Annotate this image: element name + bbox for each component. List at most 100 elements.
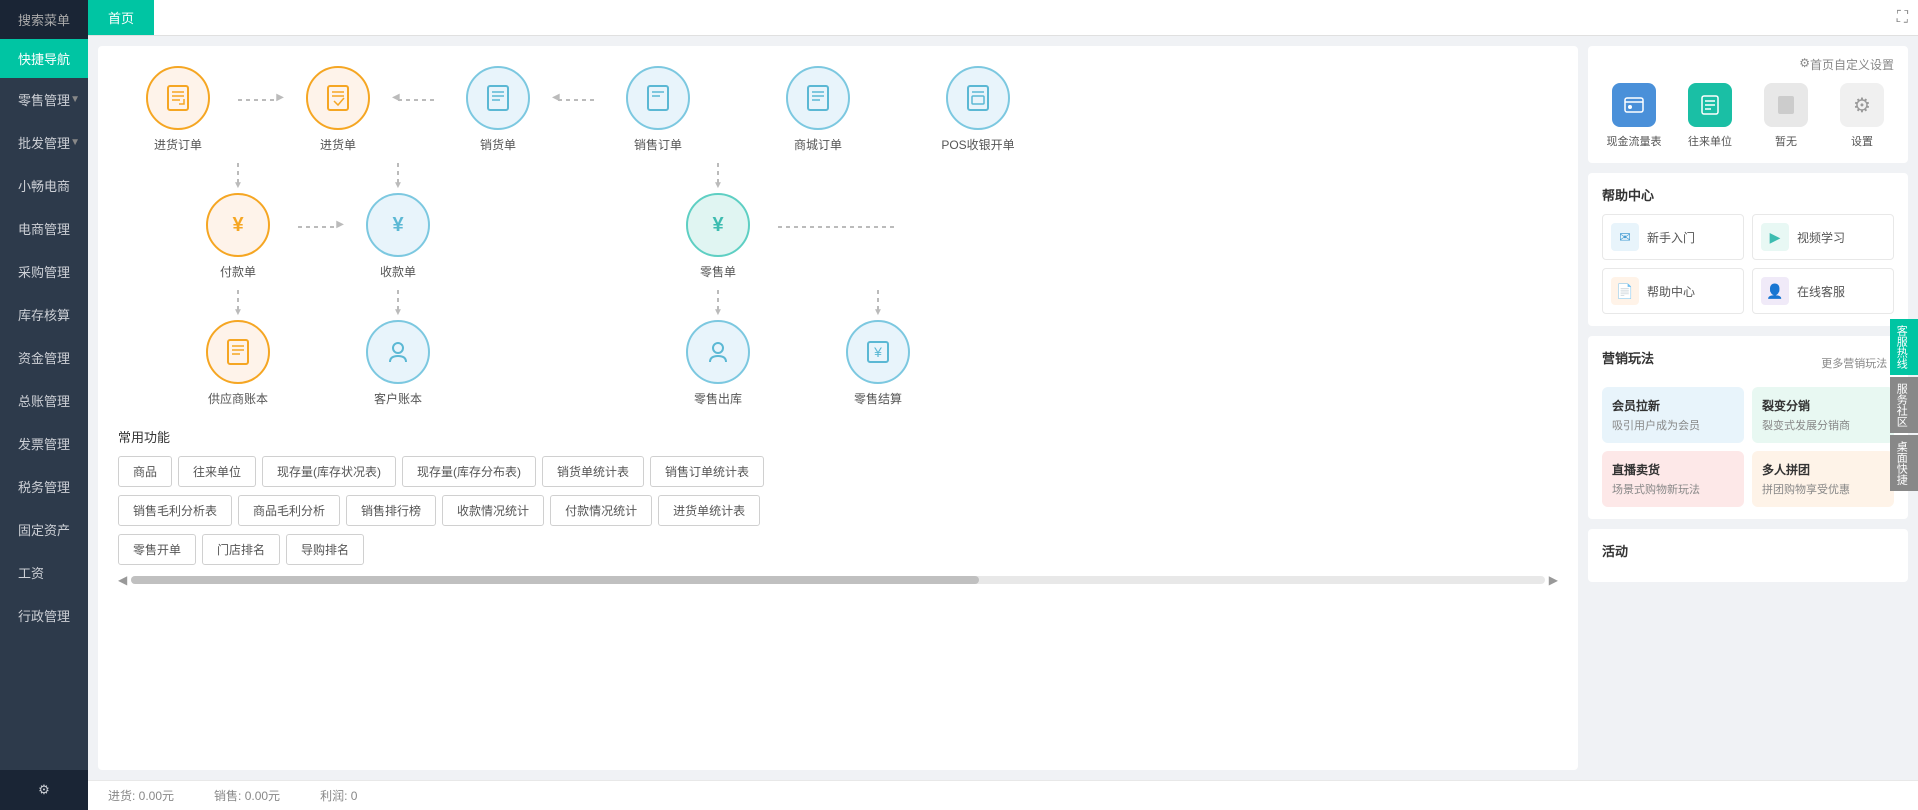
- func-btn-receipt-stat[interactable]: 收款情况统计: [442, 495, 544, 526]
- flow-row-arrows2: [118, 290, 1558, 310]
- mall-order-icon: [786, 66, 850, 130]
- quick-icon-none[interactable]: 暂无: [1756, 83, 1816, 149]
- func-btn-stock2[interactable]: 现存量(库存分布表): [402, 456, 536, 487]
- arrow-down: [717, 290, 719, 310]
- quick-icon-cashflow[interactable]: 现金流量表: [1604, 83, 1664, 149]
- help-item-help[interactable]: 📄 帮助中心: [1602, 268, 1744, 314]
- sidebar-item-invoice[interactable]: 发票管理: [0, 422, 88, 465]
- arrow-down: [877, 290, 879, 310]
- flow-node-sales[interactable]: 销货单: [438, 66, 558, 153]
- flow-node-mall-order[interactable]: 商城订单: [758, 66, 878, 153]
- flow-label: 销货单: [480, 136, 516, 153]
- flow-node-purchase-order[interactable]: 进货订单: [118, 66, 238, 153]
- arrow-down: [717, 163, 719, 183]
- help-text: 视频学习: [1797, 229, 1845, 246]
- customize-header[interactable]: ⚙ 首页自定义设置: [1602, 56, 1894, 73]
- svg-text:¥: ¥: [873, 344, 882, 360]
- help-item-video[interactable]: ▶ 视频学习: [1752, 214, 1894, 260]
- func-btn-profit2[interactable]: 商品毛利分析: [238, 495, 340, 526]
- func-btn-ranking[interactable]: 销售排行榜: [346, 495, 436, 526]
- quick-icon-settings[interactable]: ⚙ 设置: [1832, 83, 1892, 149]
- sidebar-item-inventory[interactable]: 库存核算: [0, 293, 88, 336]
- func-btn-sales-order-stat[interactable]: 销售订单统计表: [650, 456, 764, 487]
- func-btn-guide-rank[interactable]: 导购排名: [286, 534, 364, 565]
- float-btn-community[interactable]: 服务社区: [1890, 377, 1918, 433]
- func-btn-payment-stat[interactable]: 付款情况统计: [550, 495, 652, 526]
- func-btn-profit1[interactable]: 销售毛利分析表: [118, 495, 232, 526]
- flow-node-retail[interactable]: ¥ 零售单: [658, 193, 778, 280]
- help-item-service[interactable]: 👤 在线客服: [1752, 268, 1894, 314]
- flow-node-payment[interactable]: ¥ 付款单: [178, 193, 298, 280]
- flow-node-purchase[interactable]: 进货单: [278, 66, 398, 153]
- quick-icons-section: ⚙ 首页自定义设置 现金流量表 往来单位: [1588, 46, 1908, 163]
- scroll-track[interactable]: [131, 576, 1545, 584]
- mi-title: 裂变分销: [1762, 397, 1884, 414]
- flow-node-retail-out[interactable]: 零售出库: [658, 320, 778, 407]
- func-grid-row2: 销售毛利分析表 商品毛利分析 销售排行榜 收款情况统计 付款情况统计 进货单统计…: [118, 495, 1558, 526]
- units-icon: [1688, 83, 1732, 127]
- sidebar-item-ledger[interactable]: 总账管理: [0, 379, 88, 422]
- chevron-icon: ▼: [70, 137, 80, 148]
- help-text: 帮助中心: [1647, 283, 1695, 300]
- sidebar-search[interactable]: 搜索菜单: [0, 0, 88, 39]
- marketing-item-group[interactable]: 多人拼团 拼团购物享受优惠: [1752, 451, 1894, 507]
- settings-button[interactable]: ⚙: [0, 770, 88, 810]
- chevron-icon: ▼: [70, 94, 80, 105]
- sidebar-item-purchase[interactable]: 采购管理: [0, 250, 88, 293]
- help-title: 帮助中心: [1602, 185, 1894, 204]
- sidebar-item-assets[interactable]: 固定资产: [0, 508, 88, 551]
- flow-node-customer-book[interactable]: 客户账本: [338, 320, 458, 407]
- marketing-item-fission[interactable]: 裂变分销 裂变式发展分销商: [1752, 387, 1894, 443]
- marketing-header: 营销玩法 更多营销玩法 ›: [1602, 348, 1894, 377]
- purchase-icon: [306, 66, 370, 130]
- flow-node-sales-order[interactable]: 销售订单: [598, 66, 718, 153]
- sidebar-item-wholesale[interactable]: 批发管理 ▼: [0, 121, 88, 164]
- func-btn-goods[interactable]: 商品: [118, 456, 172, 487]
- help-item-beginner[interactable]: ✉ 新手入门: [1602, 214, 1744, 260]
- tab-home[interactable]: 首页: [88, 0, 154, 35]
- float-btn-desktop[interactable]: 桌面快捷: [1890, 435, 1918, 491]
- marketing-more[interactable]: 更多营销玩法 ›: [1821, 355, 1894, 371]
- sidebar-item-tax[interactable]: 税务管理: [0, 465, 88, 508]
- sidebar-item-retail[interactable]: 零售管理 ▼: [0, 78, 88, 121]
- flow-node-receipt[interactable]: ¥ 收款单: [338, 193, 458, 280]
- flow-arrow-left2: [558, 99, 598, 121]
- sidebar-item-admin[interactable]: 行政管理: [0, 594, 88, 637]
- fullscreen-button[interactable]: ⛶: [1897, 9, 1908, 26]
- flow-node-pos[interactable]: POS收银开单: [918, 66, 1038, 153]
- scroll-left-arrow[interactable]: ◀: [118, 573, 127, 587]
- flow-arrow: [298, 226, 338, 248]
- flow-label: 零售出库: [694, 390, 742, 407]
- sidebar-item-ecommerce[interactable]: 电商管理: [0, 207, 88, 250]
- flow-node-supplier-book[interactable]: 供应商账本: [178, 320, 298, 407]
- func-btn-purchase-stat[interactable]: 进货单统计表: [658, 495, 760, 526]
- purchase-order-icon: [146, 66, 210, 130]
- func-btn-units[interactable]: 往来单位: [178, 456, 256, 487]
- marketing-grid: 会员拉新 吸引用户成为会员 裂变分销 裂变式发展分销商 直播卖货 场景式购物新玩…: [1602, 387, 1894, 507]
- sidebar-quicknav[interactable]: 快捷导航: [0, 39, 88, 78]
- arrow-down: [397, 163, 399, 183]
- func-btn-stock1[interactable]: 现存量(库存状况表): [262, 456, 396, 487]
- quick-icon-units[interactable]: 往来单位: [1680, 83, 1740, 149]
- sidebar-item-finance[interactable]: 资金管理: [0, 336, 88, 379]
- marketing-item-live[interactable]: 直播卖货 场景式购物新玩法: [1602, 451, 1744, 507]
- sales-icon: [466, 66, 530, 130]
- func-btn-retail-order[interactable]: 零售开单: [118, 534, 196, 565]
- flow-label: 付款单: [220, 263, 256, 280]
- scroll-right-arrow[interactable]: ▶: [1549, 573, 1558, 587]
- sidebar-item-xiaochangec[interactable]: 小畅电商: [0, 164, 88, 207]
- retail-settle-icon: ¥: [846, 320, 910, 384]
- bottom-stat-profit: 利润: 0: [320, 787, 357, 804]
- func-btn-sales-stat[interactable]: 销货单统计表: [542, 456, 644, 487]
- flow-label: 零售结算: [854, 390, 902, 407]
- float-btn-service[interactable]: 客服热线: [1890, 319, 1918, 375]
- sidebar-item-salary[interactable]: 工资: [0, 551, 88, 594]
- quick-icon-label: 暂无: [1775, 133, 1797, 149]
- marketing-title: 营销玩法: [1602, 348, 1654, 367]
- marketing-item-member[interactable]: 会员拉新 吸引用户成为会员: [1602, 387, 1744, 443]
- flow-node-retail-settle[interactable]: ¥ 零售结算: [818, 320, 938, 407]
- bottom-stat-purchase: 进货: 0.00元: [108, 787, 174, 804]
- help-section: 帮助中心 ✉ 新手入门 ▶ 视频学习 📄 帮助中心 👤: [1588, 173, 1908, 326]
- flow-row-3: 供应商账本 客户账本: [118, 320, 1558, 407]
- func-btn-store-rank[interactable]: 门店排名: [202, 534, 280, 565]
